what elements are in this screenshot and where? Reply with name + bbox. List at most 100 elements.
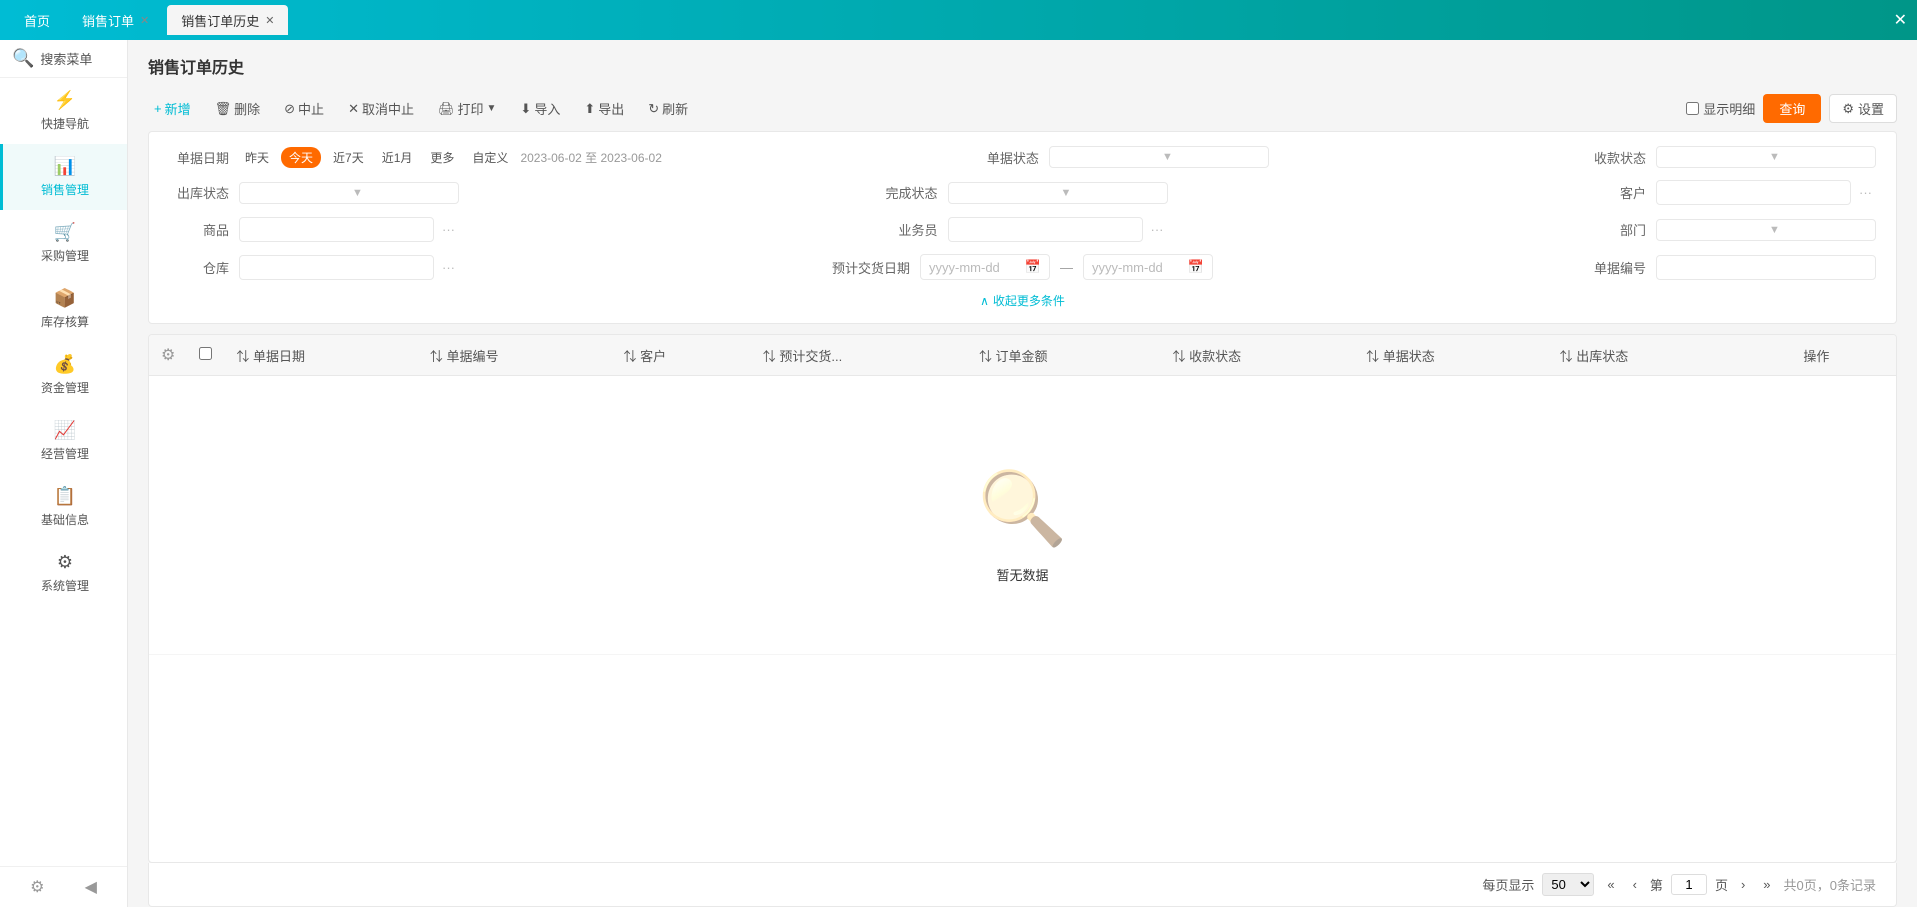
page-size-select[interactable]: 50 10 20 100	[1542, 873, 1594, 896]
expected-delivery-col-label: ⇅ 预计交货...	[763, 349, 842, 364]
table-body: 🔍 暂无数据	[149, 376, 1896, 655]
select-all-checkbox[interactable]	[199, 347, 212, 360]
table-col-settings: ⚙	[149, 335, 187, 376]
page-number-input[interactable]	[1671, 874, 1707, 895]
sidebar-bottom: ⚙ ◀	[0, 866, 127, 907]
settings-button[interactable]: ⚙ 设置	[1829, 94, 1897, 123]
bill-status-select[interactable]: ▼	[1049, 146, 1269, 168]
filter-row-1: 单据日期 昨天 今天 近7天 近1月 更多 自定义 2023-06-02 至 2…	[169, 146, 1876, 168]
table-col-stock-out-status[interactable]: ⇅ 出库状态	[1548, 335, 1742, 376]
date-more-btn[interactable]: 更多	[424, 147, 460, 168]
warehouse-input[interactable]	[239, 255, 434, 280]
cancel-stop-button[interactable]: ✕ 取消中止	[342, 96, 420, 121]
sidebar-item-search-menu[interactable]: 🔍 搜索菜单	[0, 40, 127, 78]
empty-state-cell: 🔍 暂无数据	[149, 376, 1896, 655]
query-button[interactable]: 查询	[1763, 94, 1821, 123]
sidebar-item-finance-mgmt[interactable]: 💰 资金管理	[0, 342, 127, 408]
sidebar-item-stock-calc[interactable]: 📦 库存核算	[0, 276, 127, 342]
date-yesterday-btn[interactable]: 昨天	[239, 147, 275, 168]
refresh-icon: ↻	[648, 101, 659, 117]
stock-calc-label: 库存核算	[41, 313, 89, 330]
table-col-order-amount[interactable]: ⇅ 订单金额	[967, 335, 1161, 376]
next-page-btn[interactable]: ›	[1736, 875, 1750, 894]
receipt-status-select[interactable]: ▼	[1656, 146, 1876, 168]
bill-number-col-label: ⇅ 单据编号	[430, 349, 499, 364]
salesman-dots-btn[interactable]: ···	[1147, 222, 1168, 237]
stock-out-select[interactable]: ▼	[239, 182, 459, 204]
print-icon: 🖨	[438, 101, 455, 117]
top-bar-right: ✕	[1894, 10, 1907, 30]
tab-home[interactable]: 首页	[10, 5, 64, 35]
show-detail-label: 显示明细	[1686, 99, 1755, 118]
sidebar-item-base-info[interactable]: 📋 基础信息	[0, 474, 127, 540]
last-page-btn[interactable]: »	[1758, 875, 1775, 894]
tab-sales-order-close[interactable]: ✕	[140, 14, 149, 27]
complete-status-select[interactable]: ▼	[948, 182, 1168, 204]
add-button[interactable]: + 新增	[148, 96, 197, 121]
date-custom-btn[interactable]: 自定义	[466, 147, 514, 168]
date-range-display: 2023-06-02 至 2023-06-02	[520, 149, 661, 166]
customer-input[interactable]	[1656, 180, 1851, 205]
export-button[interactable]: ⬆ 导出	[578, 96, 630, 121]
quick-nav-icon: ⚡	[54, 90, 76, 111]
salesman-input[interactable]	[948, 217, 1143, 242]
table-col-expected-delivery[interactable]: ⇅ 预计交货...	[751, 335, 967, 376]
refresh-button[interactable]: ↻ 刷新	[642, 96, 694, 121]
stop-button[interactable]: ⊘ 中止	[278, 96, 330, 121]
import-button[interactable]: ⬇ 导入	[514, 96, 566, 121]
first-page-btn[interactable]: «	[1602, 875, 1619, 894]
finance-mgmt-label: 资金管理	[41, 379, 89, 396]
date-start-placeholder: yyyy-mm-dd	[929, 260, 1000, 275]
export-label: 导出	[598, 99, 624, 118]
sidebar-item-quick-nav[interactable]: ⚡ 快捷导航	[0, 78, 127, 144]
empty-state-row: 🔍 暂无数据	[149, 376, 1896, 655]
table-col-checkbox	[187, 335, 224, 376]
sidebar-item-sys-mgmt[interactable]: ⚙ 系统管理	[0, 540, 127, 606]
table-col-bill-number[interactable]: ⇅ 单据编号	[418, 335, 612, 376]
delete-button[interactable]: 🗑 删除	[209, 96, 267, 121]
table-settings-icon[interactable]: ⚙	[161, 347, 175, 364]
tab-sales-order-history[interactable]: 销售订单历史 ✕	[167, 5, 288, 35]
date-end-input[interactable]: yyyy-mm-dd 📅	[1083, 254, 1213, 280]
tab-sales-order-history-close[interactable]: ✕	[265, 14, 274, 27]
table-col-receipt-status[interactable]: ⇅ 收款状态	[1161, 335, 1355, 376]
show-detail-text: 显示明细	[1703, 99, 1755, 118]
date-today-btn[interactable]: 今天	[281, 147, 321, 168]
bill-number-input[interactable]	[1656, 255, 1876, 280]
content-area: 销售订单历史 + 新增 🗑 删除 ⊘ 中止 ✕ 取消中止 🖨 打印 ▼	[128, 40, 1917, 907]
sidebar-collapse-icon[interactable]: ◀	[85, 877, 97, 897]
customer-dots-btn[interactable]: ···	[1855, 185, 1876, 200]
filter-area: 单据日期 昨天 今天 近7天 近1月 更多 自定义 2023-06-02 至 2…	[148, 131, 1897, 324]
sidebar-item-sales-mgmt[interactable]: 📊 销售管理	[0, 144, 127, 210]
goods-dots-btn[interactable]: ···	[438, 222, 459, 237]
receipt-status-arrow-icon: ▼	[1769, 151, 1867, 163]
sidebar-settings-icon[interactable]: ⚙	[30, 877, 44, 897]
main-layout: 🔍 搜索菜单 ⚡ 快捷导航 📊 销售管理 🛒 采购管理 📦 库存核算 💰 资金管…	[0, 40, 1917, 907]
sidebar-item-operations-mgmt[interactable]: 📈 经营管理	[0, 408, 127, 474]
print-label: 打印	[458, 99, 484, 118]
collapse-up-icon: ∧	[980, 294, 989, 308]
date-1month-btn[interactable]: 近1月	[376, 147, 419, 168]
table-col-bill-status[interactable]: ⇅ 单据状态	[1354, 335, 1548, 376]
date-7days-btn[interactable]: 近7天	[327, 147, 370, 168]
show-detail-checkbox[interactable]	[1686, 102, 1699, 115]
warehouse-dots-btn[interactable]: ···	[438, 260, 459, 275]
cancel-stop-label: 取消中止	[362, 99, 414, 118]
page-title: 销售订单历史	[128, 40, 1917, 88]
table-col-spacer	[1741, 335, 1791, 376]
goods-input[interactable]	[239, 217, 434, 242]
prev-page-btn[interactable]: ‹	[1628, 875, 1642, 894]
sidebar-item-purchase-mgmt[interactable]: 🛒 采购管理	[0, 210, 127, 276]
stock-out-label: 出库状态	[169, 183, 229, 202]
table-col-customer[interactable]: ⇅ 客户	[612, 335, 751, 376]
dept-select[interactable]: ▼	[1656, 219, 1876, 241]
tab-sales-order[interactable]: 销售订单 ✕	[68, 5, 163, 35]
date-start-input[interactable]: yyyy-mm-dd 📅	[920, 254, 1050, 280]
date-label: 单据日期	[169, 148, 229, 167]
table-col-bill-date[interactable]: ⇅ 单据日期	[224, 335, 418, 376]
page-label-pre: 第	[1650, 875, 1663, 894]
print-button[interactable]: 🖨 打印 ▼	[432, 96, 502, 121]
collapse-label: 收起更多条件	[993, 292, 1065, 309]
collapse-bar[interactable]: ∧ 收起更多条件	[169, 292, 1876, 309]
window-close-icon[interactable]: ✕	[1894, 10, 1907, 30]
